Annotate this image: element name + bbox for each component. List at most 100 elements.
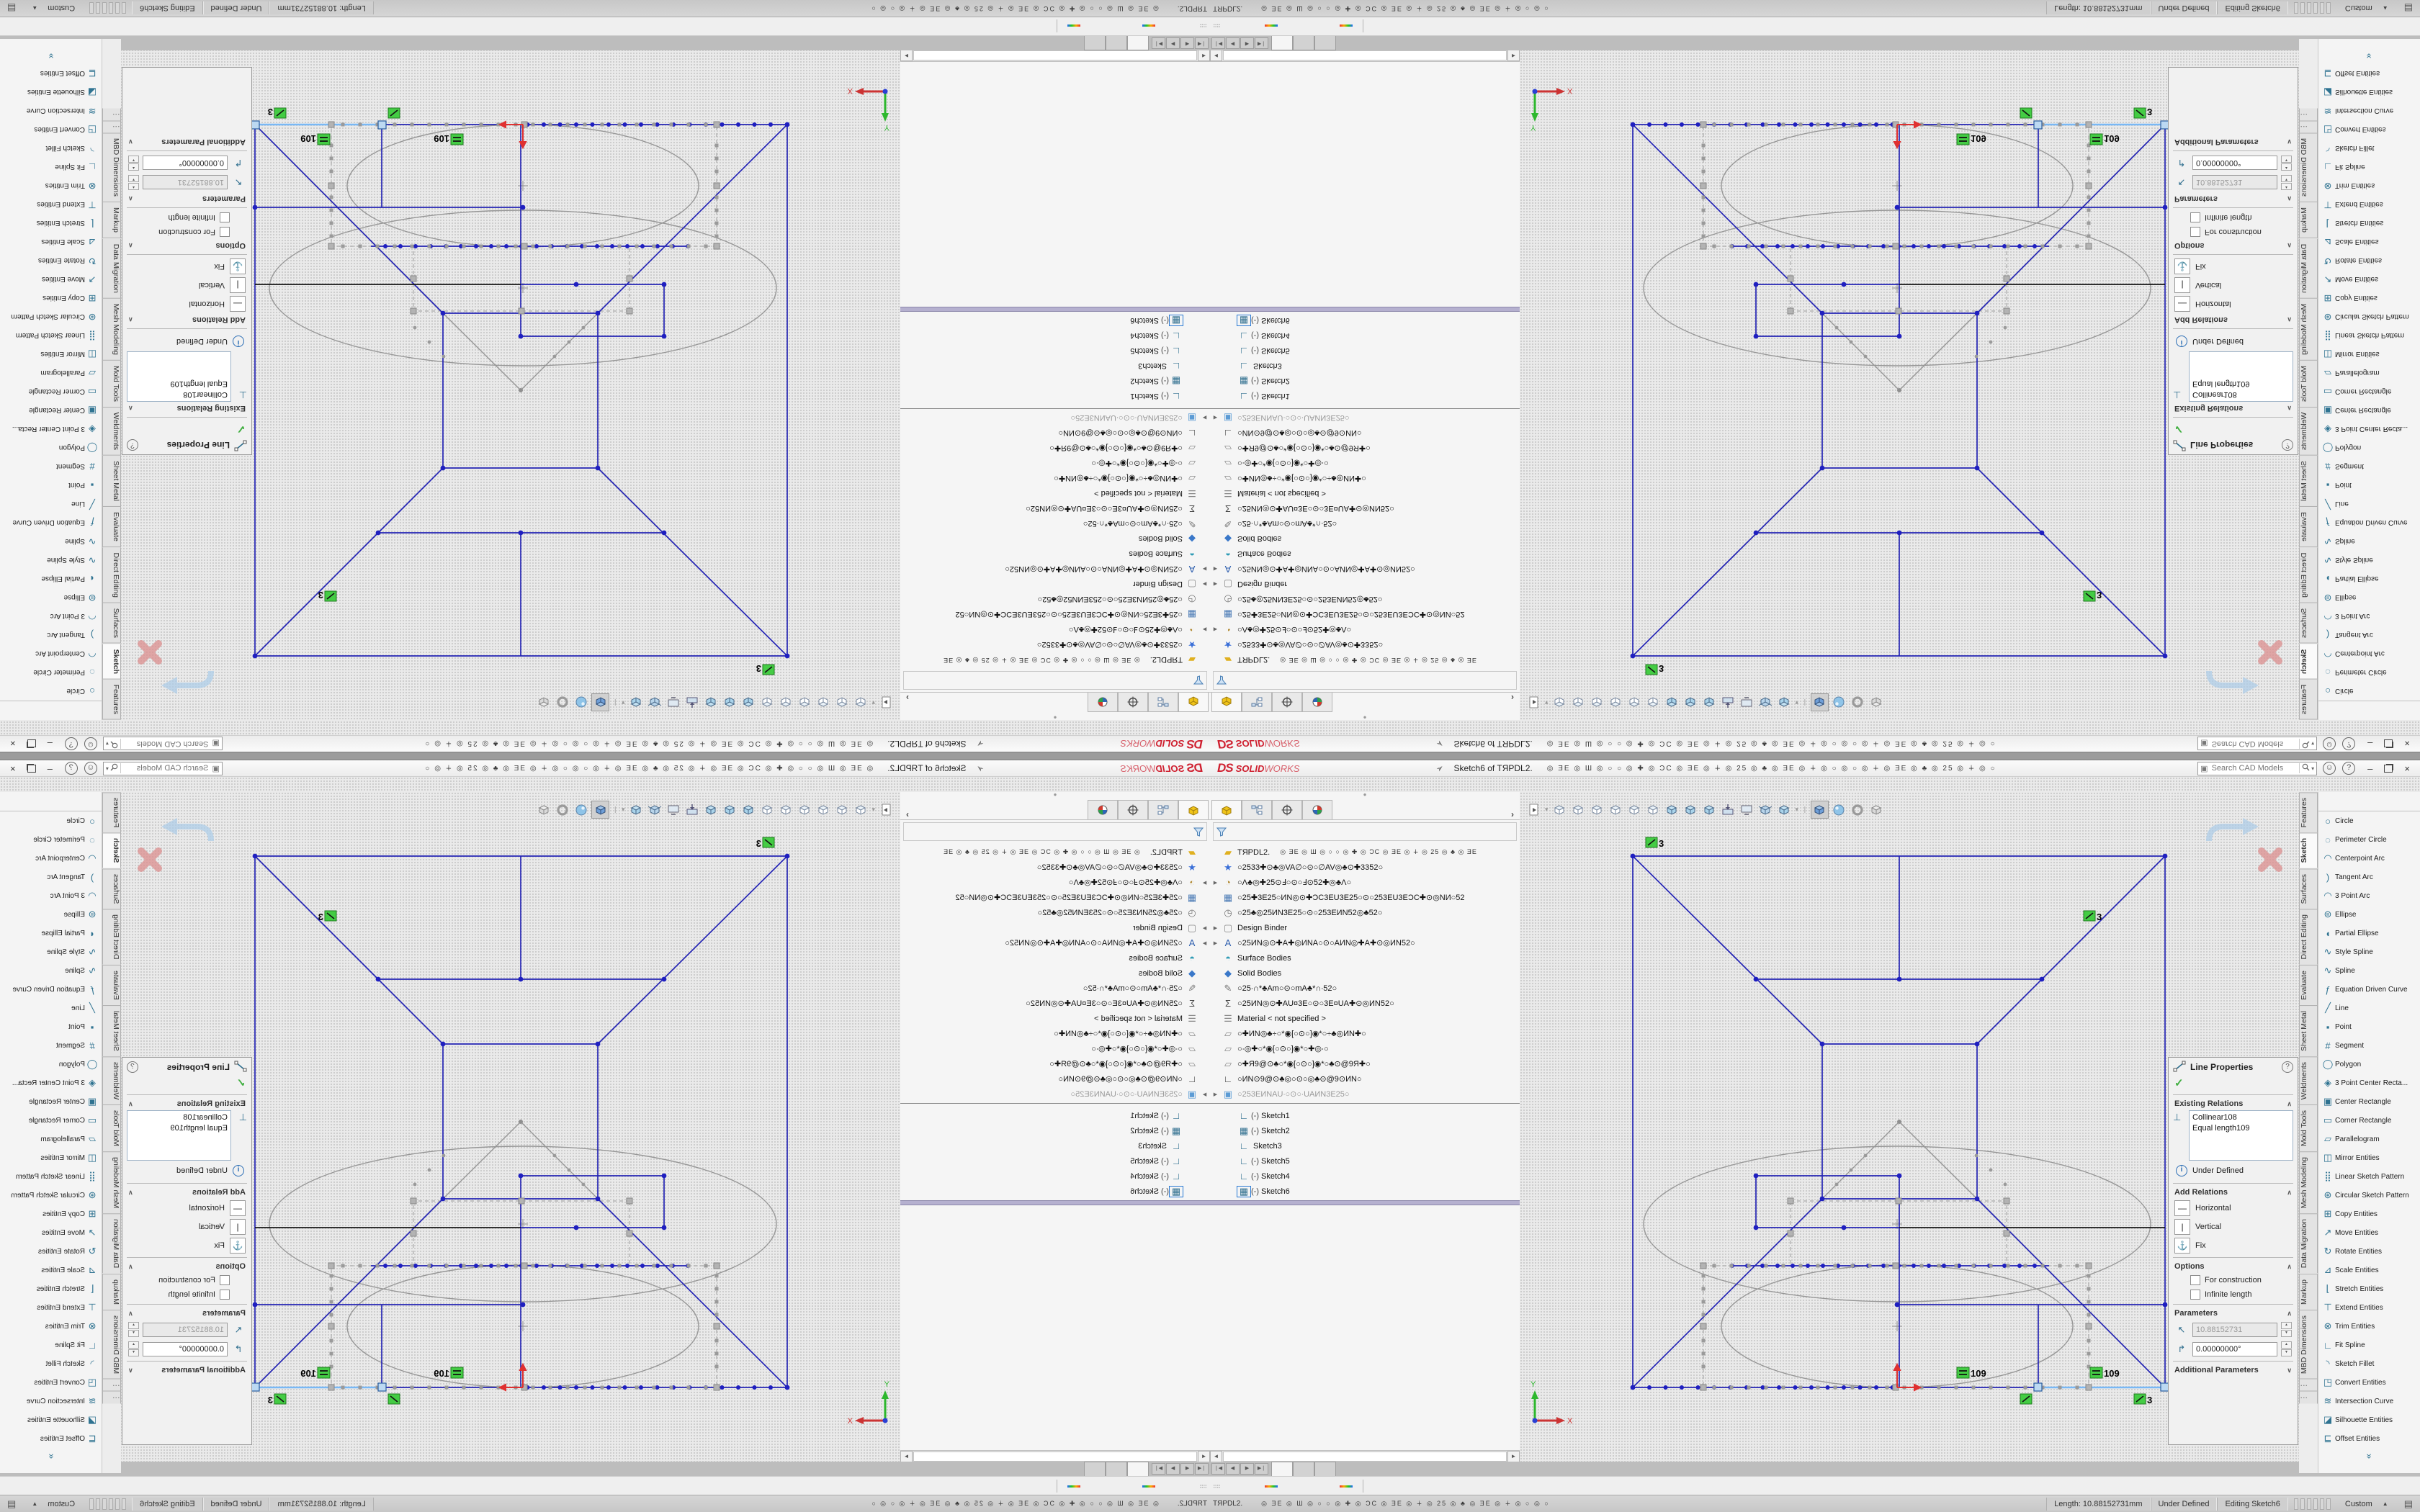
tab-features[interactable]: Features xyxy=(102,792,121,832)
options-header[interactable]: Options∧ xyxy=(122,239,251,252)
fix-relation-button[interactable]: ⚓ Fix xyxy=(122,1236,251,1255)
close-button[interactable]: × xyxy=(10,763,16,774)
pin-icon[interactable]: ➢ xyxy=(1434,737,1446,750)
search-scope-icon[interactable]: ▣ xyxy=(212,739,219,749)
relation-item[interactable]: Collinear108 xyxy=(130,389,228,400)
tool-linear-sketch-pattern[interactable]: ⣿ Linear Sketch Pattern xyxy=(2318,1167,2420,1186)
tree-item-top-plane[interactable]: ▱ ○∙◎✚○*◉[○⊙○]◉*○✚◎∙○ xyxy=(1210,1041,1520,1056)
tool-3-point-arc[interactable]: ◠ 3 Point Arc xyxy=(2318,607,2420,626)
tree-item-design-binder[interactable]: ▶ ▢ Design Binder xyxy=(900,577,1210,592)
first-frame-icon[interactable]: ❘◀ xyxy=(1195,1463,1209,1475)
dimxpertmanager-tab[interactable] xyxy=(1088,693,1118,712)
flyout-caret-icon[interactable]: ▾ xyxy=(1795,698,1800,706)
tool-center-rectangle[interactable]: ▣ Center Rectangle xyxy=(0,1092,102,1111)
display-style-shaded-icon[interactable] xyxy=(740,694,756,711)
display-style-wireframe-icon[interactable] xyxy=(833,801,850,818)
tree-item-surface-bodies[interactable]: ◓ Surface Bodies xyxy=(1210,546,1520,562)
tab-3d-views[interactable] xyxy=(1106,1462,1127,1476)
length-field[interactable]: 10.88152731 xyxy=(2192,176,2277,190)
toolbar-grip[interactable]: ⣿ xyxy=(1199,24,1206,28)
display-style-shaded-icon[interactable] xyxy=(702,694,719,711)
tab-sheet-metal[interactable]: Sheet Metal xyxy=(2299,456,2318,507)
first-frame-icon[interactable]: ❘◀ xyxy=(1211,1463,1225,1475)
tool-trim-entities[interactable]: ⊗ Trim Entities xyxy=(2318,1317,2420,1336)
pin-icon[interactable]: ➢ xyxy=(974,737,986,750)
tab-surfaces[interactable]: Surfaces xyxy=(102,868,121,909)
display-style-shaded-icon[interactable] xyxy=(1776,694,1793,711)
scroll-right-icon[interactable]: ► xyxy=(900,1451,913,1462)
tool-circle[interactable]: ○ Circle xyxy=(0,682,102,701)
tab-motion-study-1[interactable] xyxy=(1314,36,1336,50)
tree-item-right-plane[interactable]: ▱ ○✚Я9@⊙♣○*◉[○⊙○]◉*○♣⊙@9Я✚○ xyxy=(1210,1056,1520,1071)
tree-tabs-overflow-icon[interactable]: › xyxy=(1511,693,1514,703)
tool-tangent-arc[interactable]: ) Tangent Arc xyxy=(2318,868,2420,886)
tool-center-rectangle[interactable]: ▣ Center Rectangle xyxy=(0,401,102,420)
tree-item-sensors[interactable]: ▦ ○25✚3E25○ИN◎⊙✚ƆC3EU3E25○⊙○253EU3EƆC✚⊙◎… xyxy=(900,607,1210,622)
tab-sketch[interactable]: Sketch xyxy=(102,832,121,868)
tool-sketch-fillet[interactable]: ◝ Sketch Fillet xyxy=(2318,139,2420,158)
tree-item-sketch6[interactable]: ▦ (-) Sketch6 xyxy=(900,313,1210,328)
tab-data-migration[interactable]: Data Migration xyxy=(2299,239,2318,299)
tab-data-migration[interactable]: Data Migration xyxy=(102,239,121,299)
tool-polygon[interactable]: ◯ Polygon xyxy=(2318,1055,2420,1074)
tool-scale-entities[interactable]: ⊿ Scale Entities xyxy=(2318,233,2420,251)
tree-item-design-binder[interactable]: ▶ ▢ Design Binder xyxy=(900,920,1210,935)
tree-item-origin[interactable]: ∟ ○ИN⊙9@⊙♣◎○⊙○◎♣⊙@9⊙ИN○ xyxy=(1210,1071,1520,1086)
tree-item-origin[interactable]: ∟ ○ИN⊙9@⊙♣◎○⊙○◎♣⊙@9⊙ИN○ xyxy=(900,426,1210,441)
tree-item-favorites[interactable]: ★ ○2533✚⊙♣◎VA∅○⊙○∅AV◎♣⊙✚3352○ xyxy=(1210,637,1520,652)
relation-item[interactable]: Equal length109 xyxy=(130,378,228,389)
relation-item[interactable]: Equal length109 xyxy=(2192,378,2290,389)
toolbar-grip[interactable]: ⣿ xyxy=(1199,1484,1206,1488)
menu-file[interactable] xyxy=(1073,742,1086,745)
display-style-wireframe-icon[interactable] xyxy=(815,801,831,818)
tool-sketch-fillet[interactable]: ◝ Sketch Fillet xyxy=(2318,1354,2420,1373)
tool-partial-ellipse[interactable]: ◖ Partial Ellipse xyxy=(2318,570,2420,588)
search-icon[interactable] xyxy=(2299,763,2310,773)
scrollbar-track[interactable] xyxy=(1223,50,1507,60)
tab-mesh-modeling[interactable]: Mesh Modeling xyxy=(102,299,121,361)
tool-sketch-fillet[interactable]: ◝ Sketch Fillet xyxy=(0,139,102,158)
tool-copy-entities[interactable]: ⊞ Copy Entities xyxy=(2318,289,2420,307)
for-construction-checkbox[interactable]: For construction xyxy=(122,1273,251,1287)
display-style-shaded-icon[interactable] xyxy=(1701,801,1718,818)
tool-point[interactable]: ▪ Point xyxy=(0,1017,102,1036)
confirmation-corner[interactable] xyxy=(2209,818,2279,868)
tool-copy-entities[interactable]: ⊞ Copy Entities xyxy=(0,1205,102,1223)
options-header[interactable]: Options∧ xyxy=(122,1260,251,1273)
tree-item-sketch4[interactable]: ∟ (-) Sketch4 xyxy=(900,1169,1210,1184)
tree-item-sketch1[interactable]: ∟ (-) Sketch1 xyxy=(900,1108,1210,1123)
tool-equation-driven-curve[interactable]: ƒ Equation Driven Curve xyxy=(0,513,102,532)
tool-3-point-arc[interactable]: ◠ 3 Point Arc xyxy=(0,886,102,905)
tree-item-sketch5[interactable]: ∟ (-) Sketch5 xyxy=(1210,343,1520,359)
tree-item-origin[interactable]: ∟ ○ИN⊙9@⊙♣◎○⊙○◎♣⊙@9⊙ИN○ xyxy=(1210,426,1520,441)
menu-window[interactable] xyxy=(994,767,1007,770)
tool-rotate-entities[interactable]: ↻ Rotate Entities xyxy=(2318,251,2420,270)
tree-tabs-overflow-icon[interactable]: › xyxy=(906,693,909,703)
tool-3-point-center-rectangle[interactable]: ◈ 3 Point Center Recta... xyxy=(0,420,102,438)
flyout-caret-icon[interactable]: ▾ xyxy=(1795,806,1800,814)
tab-model[interactable] xyxy=(1271,1462,1293,1476)
tab-weldments[interactable]: Weldments xyxy=(2299,408,2318,456)
tool-trim-entities[interactable]: ⊗ Trim Entities xyxy=(2318,176,2420,195)
tab-mbd-dimensions[interactable]: MBD Dimensions xyxy=(2299,1310,2318,1379)
fullscreen-icon[interactable] xyxy=(665,694,681,711)
length-field[interactable]: 10.88152731 xyxy=(143,1323,228,1337)
view-selector-icon[interactable] xyxy=(1525,694,1542,711)
tool-corner-rectangle[interactable]: ▭ Corner Rectangle xyxy=(2318,1111,2420,1130)
tool-linear-sketch-pattern[interactable]: ⣿ Linear Sketch Pattern xyxy=(2318,326,2420,345)
tool-spline[interactable]: ∿ Spline xyxy=(2318,961,2420,980)
tab-overflow-2[interactable]: ⋮ xyxy=(102,1391,121,1404)
tab-surfaces[interactable]: Surfaces xyxy=(2299,603,2318,644)
tree-item-sketch5[interactable]: ∟ (-) Sketch5 xyxy=(900,343,1210,359)
tool-centerpoint-arc[interactable]: ◠ Centerpoint Arc xyxy=(0,849,102,868)
scrollbar-track[interactable] xyxy=(913,1452,1197,1462)
menu-edit[interactable] xyxy=(1350,742,1363,745)
appearance-sphere-icon[interactable] xyxy=(573,801,589,818)
display-style-shaded-icon[interactable] xyxy=(1682,694,1699,711)
tab-mold-tools[interactable]: Mold Tools xyxy=(2299,1104,2318,1151)
tab-overflow-2[interactable]: ⋮ xyxy=(102,108,121,121)
tool-partial-ellipse[interactable]: ◖ Partial Ellipse xyxy=(0,570,102,588)
tool-circular-sketch-pattern[interactable]: ⊛ Circular Sketch Pattern xyxy=(2318,1186,2420,1205)
view-orientation-icon[interactable] xyxy=(1757,801,1774,818)
scroll-left-icon[interactable]: ◄ xyxy=(1210,1451,1222,1462)
